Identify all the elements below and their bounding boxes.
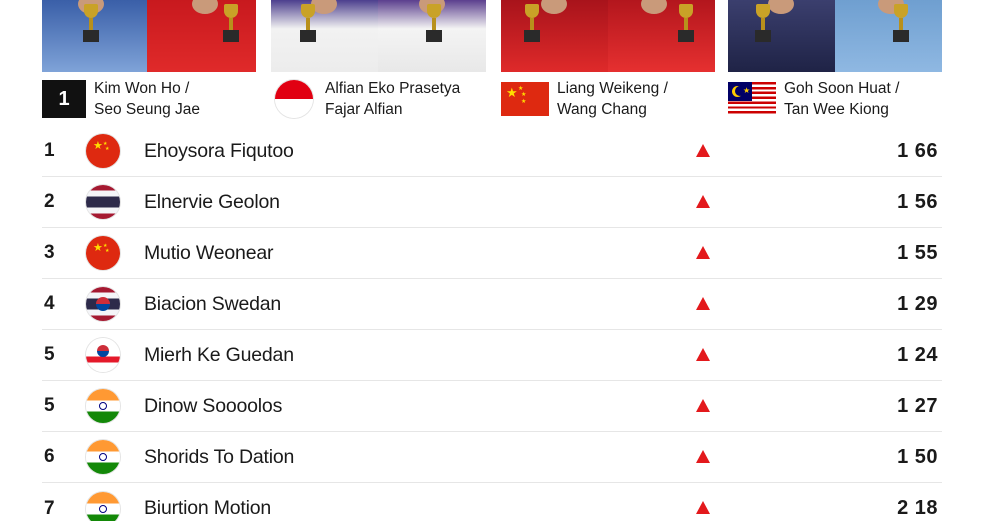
player-name: Mutio Weonear xyxy=(144,241,274,264)
player-name: Mierh Ke Guedan xyxy=(144,343,294,366)
top-pairs-header: 1 Kim Won Ho / Seo Seung Jae Alfian Eko … xyxy=(42,76,942,122)
pair-names: Liang Weikeng / Wang Chang xyxy=(557,80,668,118)
player-photo-strip xyxy=(42,0,942,72)
korea-thai-flag-icon xyxy=(86,338,120,372)
top-rank-badge: 1 xyxy=(42,80,86,118)
ranking-row[interactable]: 4 Biacion Swedan 1 29 xyxy=(42,279,942,330)
rank-number: 6 xyxy=(44,446,55,467)
up-triangle-icon xyxy=(696,297,710,310)
indonesia-flag-icon xyxy=(275,80,313,118)
india-flag-icon xyxy=(86,389,120,423)
up-triangle-icon xyxy=(696,195,710,208)
points-value: 1 29 xyxy=(897,292,938,315)
rank-number: 2 xyxy=(44,191,55,212)
up-triangle-icon xyxy=(696,399,710,412)
pair-names: Goh Soon Huat / Tan Wee Kiong xyxy=(784,80,900,118)
top-pair-korea: 1 Kim Won Ho / Seo Seung Jae xyxy=(42,76,200,122)
points-value: 2 18 xyxy=(897,497,938,519)
player-name: Dinow Soooolos xyxy=(144,394,283,417)
up-triangle-icon xyxy=(696,246,710,259)
player-name: Biurtion Motion xyxy=(144,497,272,519)
points-value: 1 66 xyxy=(897,139,938,162)
player-name: Shorids To Dation xyxy=(144,445,295,468)
rank-number: 1 xyxy=(44,140,55,161)
rank-number: 3 xyxy=(44,242,55,263)
points-value: 1 50 xyxy=(897,445,938,468)
ranking-row[interactable]: 5 Mierh Ke Guedan 1 24 xyxy=(42,330,942,381)
thailand-flag-icon xyxy=(86,185,120,219)
ranking-row[interactable]: 7 Biurtion Motion 2 18 xyxy=(42,483,942,521)
points-value: 1 56 xyxy=(897,190,938,213)
up-triangle-icon xyxy=(696,144,710,157)
pair-photo-indonesia xyxy=(271,0,486,72)
pair-names: Alfian Eko Prasetya Fajar Alfian xyxy=(325,80,461,118)
points-value: 1 55 xyxy=(897,241,938,264)
top-pair-malaysia: ★ Goh Soon Huat / Tan Wee Kiong xyxy=(728,76,899,122)
korea-thai-flag-icon xyxy=(86,287,120,321)
china-flag-icon: ★ ★ ★ xyxy=(86,134,120,168)
rank-number: 5 xyxy=(44,344,55,365)
rankings-list: 1 ★ ★ ★ Ehoysora Fiqutoo 1 66 2 Elnervie G… xyxy=(42,126,942,521)
player-name: Ehoysora Fiqutoo xyxy=(144,139,294,162)
ranking-row[interactable]: 6 Shorids To Dation 1 50 xyxy=(42,432,942,483)
up-triangle-icon xyxy=(696,450,710,463)
up-triangle-icon xyxy=(696,348,710,361)
rank-number: 7 xyxy=(44,497,55,519)
top-pair-indonesia: Alfian Eko Prasetya Fajar Alfian xyxy=(275,76,460,122)
pair-names: Kim Won Ho / Seo Seung Jae xyxy=(94,80,201,118)
rank-number: 4 xyxy=(44,293,55,314)
india-flag-icon xyxy=(86,491,120,521)
malaysia-flag-icon: ★ xyxy=(728,82,776,116)
ranking-row[interactable]: 3 ★ ★ ★ Mutio Weonear 1 55 xyxy=(42,228,942,279)
up-triangle-icon xyxy=(696,501,710,514)
ranking-row[interactable]: 5 Dinow Soooolos 1 27 xyxy=(42,381,942,432)
china-flag-icon: ★ ★ ★ ★ xyxy=(501,82,549,116)
points-value: 1 24 xyxy=(897,343,938,366)
ranking-row[interactable]: 2 Elnervie Geolon 1 56 xyxy=(42,177,942,228)
pair-photo-korea xyxy=(42,0,256,72)
top-pair-china: ★ ★ ★ ★ Liang Weikeng / Wang Chang xyxy=(501,76,668,122)
pair-photo-malaysia xyxy=(728,0,942,72)
ranking-row[interactable]: 1 ★ ★ ★ Ehoysora Fiqutoo 1 66 xyxy=(42,126,942,177)
china-flag-icon: ★ ★ ★ xyxy=(86,236,120,270)
points-value: 1 27 xyxy=(897,394,938,417)
player-name: Biacion Swedan xyxy=(144,292,282,315)
india-flag-icon xyxy=(86,440,120,474)
rank-number: 5 xyxy=(44,395,55,416)
pair-photo-china xyxy=(501,0,715,72)
player-name: Elnervie Geolon xyxy=(144,190,280,213)
